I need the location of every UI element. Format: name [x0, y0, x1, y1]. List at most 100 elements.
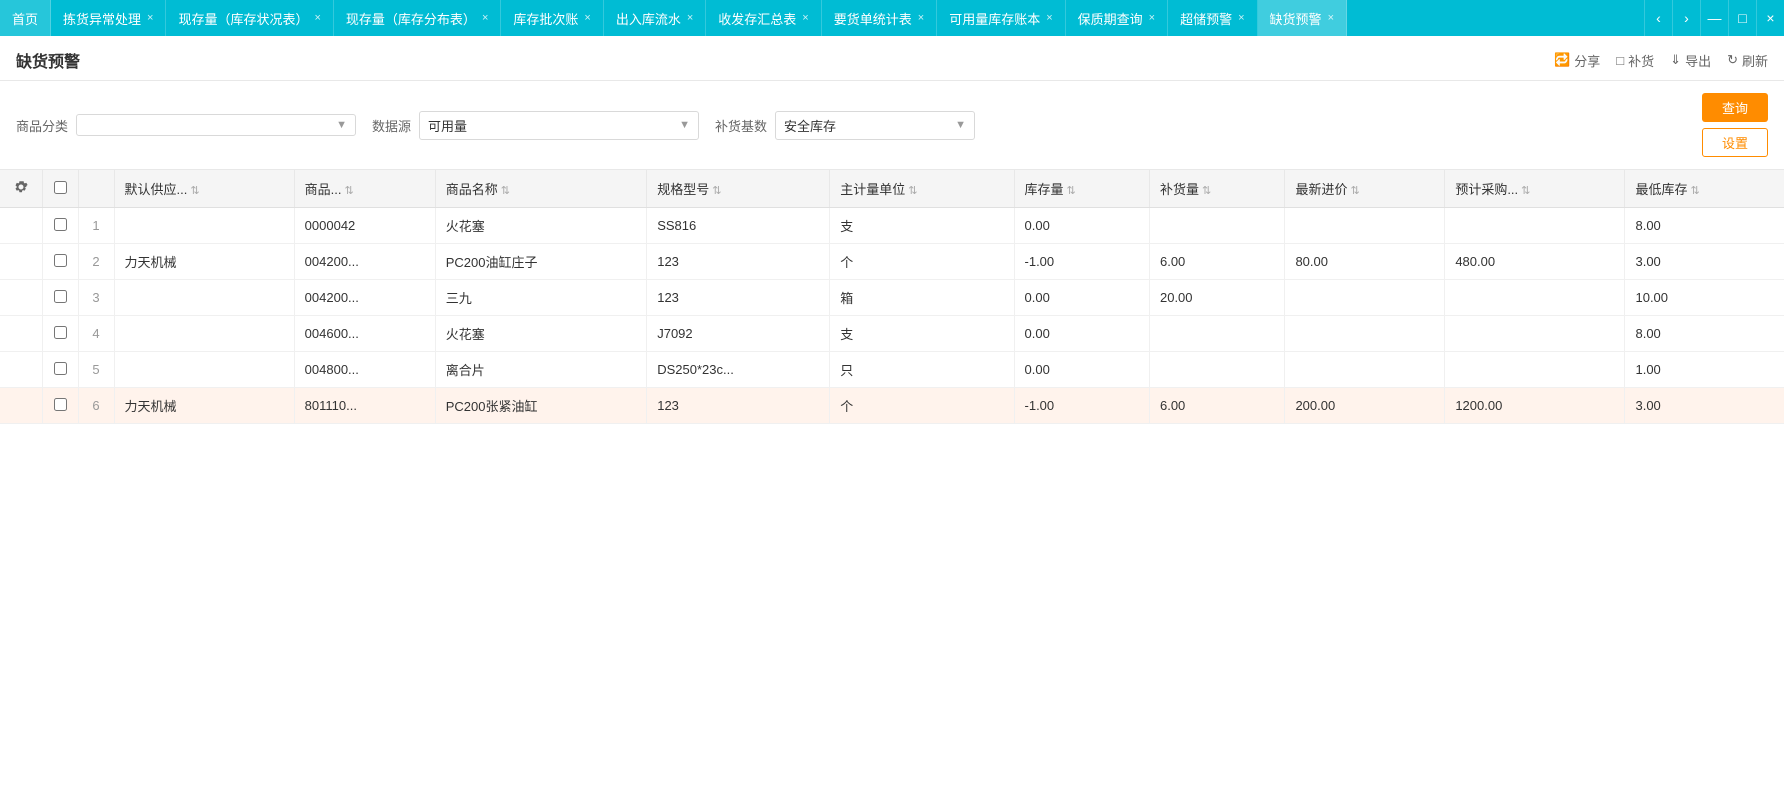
replenish-base-select[interactable]: 安全库存 ▼ — [775, 111, 975, 140]
sort-name-icon: ⇅ — [501, 184, 510, 197]
row-supplier-4 — [114, 352, 294, 388]
th-latest-price[interactable]: 最新进价⇅ — [1285, 170, 1445, 208]
row-code-5: 801110... — [294, 388, 435, 424]
replenish-icon: □ — [1616, 53, 1624, 68]
table-row: 2 力天机械 004200... PC200油缸庄子 123 个 -1.00 6… — [0, 244, 1784, 280]
row-unit-1: 个 — [830, 244, 1014, 280]
share-button[interactable]: 🔁 分享 — [1554, 51, 1600, 70]
share-icon: 🔁 — [1554, 52, 1570, 68]
replenish-base-dropdown-icon: ▼ — [955, 119, 966, 131]
th-unit[interactable]: 主计量单位⇅ — [830, 170, 1014, 208]
nav-tab-stock-dist[interactable]: 现存量（库存分布表） × — [334, 0, 501, 36]
row-unit-4: 只 — [830, 352, 1014, 388]
replenish-base-select-value: 安全库存 — [784, 116, 947, 135]
filter-bar: 商品分类 ▼ 数据源 可用量 ▼ 补货基数 安全库存 ▼ 查询 设置 — [0, 81, 1784, 170]
row-checkbox-cell-5[interactable] — [42, 388, 78, 424]
row-name-2: 三九 — [435, 280, 646, 316]
close-tab-picking[interactable]: × — [147, 12, 153, 24]
row-checkbox-3[interactable] — [54, 326, 67, 339]
nav-minimize[interactable]: — — [1700, 0, 1728, 36]
row-checkbox-5[interactable] — [54, 398, 67, 411]
th-gear[interactable] — [0, 170, 42, 208]
row-replenish-qty-3 — [1149, 316, 1284, 352]
row-spec-3: J7092 — [647, 316, 830, 352]
row-checkbox-0[interactable] — [54, 218, 67, 231]
replenish-button[interactable]: □ 补货 — [1616, 51, 1654, 70]
row-replenish-qty-1: 6.00 — [1149, 244, 1284, 280]
close-tab-batch[interactable]: × — [584, 12, 590, 24]
th-replenish-qty[interactable]: 补货量⇅ — [1149, 170, 1284, 208]
select-all-checkbox[interactable] — [54, 181, 67, 194]
th-est-purchase[interactable]: 预计采购...⇅ — [1445, 170, 1625, 208]
row-checkbox-1[interactable] — [54, 254, 67, 267]
th-min-stock[interactable]: 最低库存⇅ — [1625, 170, 1784, 208]
nav-tab-expiry[interactable]: 保质期查询 × — [1066, 0, 1168, 36]
row-name-4: 离合片 — [435, 352, 646, 388]
nav-tab-shortage[interactable]: 缺货预警 × — [1258, 0, 1347, 36]
nav-tab-home[interactable]: 首页 — [0, 0, 51, 36]
th-checkbox[interactable] — [42, 170, 78, 208]
nav-tab-batch[interactable]: 库存批次账 × — [501, 0, 603, 36]
row-checkbox-cell-1[interactable] — [42, 244, 78, 280]
row-spec-2: 123 — [647, 280, 830, 316]
close-tab-overstock[interactable]: × — [1238, 12, 1244, 24]
row-checkbox-cell-2[interactable] — [42, 280, 78, 316]
th-default-supplier[interactable]: 默认供应...⇅ — [114, 170, 294, 208]
close-tab-order-stat[interactable]: × — [918, 12, 924, 24]
export-button[interactable]: ⇓ 导出 — [1670, 51, 1711, 70]
row-est-purchase-4 — [1445, 352, 1625, 388]
refresh-icon: ↻ — [1727, 52, 1738, 68]
row-num-1: 2 — [78, 244, 114, 280]
close-tab-summary[interactable]: × — [802, 12, 808, 24]
top-nav-bar: 首页 拣货异常处理 × 现存量（库存状况表） × 现存量（库存分布表） × 库存… — [0, 0, 1784, 36]
close-tab-flow[interactable]: × — [687, 12, 693, 24]
replenish-base-label: 补货基数 — [715, 116, 767, 135]
close-tab-expiry[interactable]: × — [1149, 12, 1155, 24]
row-code-2: 004200... — [294, 280, 435, 316]
query-button[interactable]: 查询 — [1702, 93, 1768, 122]
row-checkbox-cell-4[interactable] — [42, 352, 78, 388]
sort-code-icon: ⇅ — [345, 184, 354, 197]
row-replenish-qty-5: 6.00 — [1149, 388, 1284, 424]
close-tab-stock-dist[interactable]: × — [482, 12, 488, 24]
row-checkbox-cell-3[interactable] — [42, 316, 78, 352]
close-tab-stock-status[interactable]: × — [314, 12, 320, 24]
refresh-button[interactable]: ↻ 刷新 — [1727, 51, 1768, 70]
row-min-stock-4: 1.00 — [1625, 352, 1784, 388]
nav-arrow-right[interactable]: › — [1672, 0, 1700, 36]
sort-min-stock-icon: ⇅ — [1691, 184, 1700, 197]
row-checkbox-2[interactable] — [54, 290, 67, 303]
nav-tab-summary[interactable]: 收发存汇总表 × — [706, 0, 821, 36]
nav-arrow-left[interactable]: ‹ — [1644, 0, 1672, 36]
settings-button[interactable]: 设置 — [1702, 128, 1768, 157]
nav-tab-flow[interactable]: 出入库流水 × — [604, 0, 706, 36]
nav-maximize[interactable]: □ — [1728, 0, 1756, 36]
nav-tab-order-stat[interactable]: 要货单统计表 × — [822, 0, 937, 36]
th-spec[interactable]: 规格型号⇅ — [647, 170, 830, 208]
row-unit-3: 支 — [830, 316, 1014, 352]
row-stock-3: 0.00 — [1014, 316, 1149, 352]
sort-stock-icon: ⇅ — [1067, 184, 1076, 197]
sort-unit-icon: ⇅ — [908, 184, 917, 197]
close-tab-shortage[interactable]: × — [1328, 12, 1334, 24]
close-tab-available[interactable]: × — [1046, 12, 1052, 24]
datasource-select[interactable]: 可用量 ▼ — [419, 111, 699, 140]
main-table: 默认供应...⇅ 商品...⇅ 商品名称⇅ 规格型号⇅ 主计量单位⇅ — [0, 170, 1784, 424]
category-select[interactable]: ▼ — [76, 114, 356, 136]
nav-close[interactable]: × — [1756, 0, 1784, 36]
nav-tab-available[interactable]: 可用量库存账本 × — [937, 0, 1065, 36]
row-num-3: 4 — [78, 316, 114, 352]
row-name-5: PC200张紧油缸 — [435, 388, 646, 424]
th-product-name[interactable]: 商品名称⇅ — [435, 170, 646, 208]
row-checkbox-cell-0[interactable] — [42, 208, 78, 244]
table-body: 1 0000042 火花塞 SS816 支 0.00 8.00 2 力天机械 0… — [0, 208, 1784, 424]
datasource-label: 数据源 — [372, 116, 411, 135]
nav-tab-stock-status[interactable]: 现存量（库存状况表） × — [166, 0, 333, 36]
row-checkbox-4[interactable] — [54, 362, 67, 375]
nav-tab-overstock[interactable]: 超储预警 × — [1168, 0, 1257, 36]
gear-icon — [13, 179, 29, 195]
nav-tab-picking[interactable]: 拣货异常处理 × — [51, 0, 166, 36]
th-stock[interactable]: 库存量⇅ — [1014, 170, 1149, 208]
row-num-5: 6 — [78, 388, 114, 424]
th-product-code[interactable]: 商品...⇅ — [294, 170, 435, 208]
